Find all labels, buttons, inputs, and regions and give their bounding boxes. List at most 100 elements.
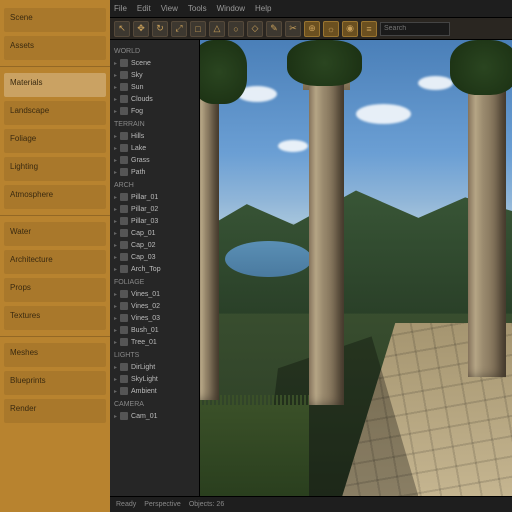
viewport-3d[interactable] — [200, 40, 512, 496]
outliner-item[interactable]: Sky — [112, 69, 197, 81]
outliner-item[interactable]: Vines_01 — [112, 288, 197, 300]
outliner-item-label: Pillar_03 — [131, 218, 158, 225]
toolbar-button[interactable]: ✥ — [133, 21, 149, 37]
category-item[interactable]: Meshes — [4, 343, 106, 367]
object-icon — [120, 363, 128, 371]
object-icon — [120, 241, 128, 249]
outliner-item[interactable]: Fog — [112, 105, 197, 117]
outliner-item[interactable]: Cap_03 — [112, 251, 197, 263]
outliner-item-label: Hills — [131, 133, 144, 140]
outliner-item[interactable]: Vines_02 — [112, 300, 197, 312]
object-icon — [120, 326, 128, 334]
outliner-item[interactable]: SkyLight — [112, 373, 197, 385]
toolbar-button[interactable]: ✂ — [285, 21, 301, 37]
outliner-item-label: Cap_02 — [131, 242, 156, 249]
stone-pillar — [468, 67, 505, 377]
toolbar-button[interactable]: ⊕ — [304, 21, 320, 37]
outliner-item-label: Tree_01 — [131, 339, 157, 346]
outliner-item[interactable]: Grass — [112, 154, 197, 166]
outliner-item[interactable]: Vines_03 — [112, 312, 197, 324]
toolbar-button[interactable]: ⤢ — [171, 21, 187, 37]
category-item[interactable]: Props — [4, 278, 106, 302]
toolbar-button[interactable]: ✎ — [266, 21, 282, 37]
outliner-item[interactable]: Cap_01 — [112, 227, 197, 239]
outliner-item[interactable]: Ambient — [112, 385, 197, 397]
outliner-item-label: Grass — [131, 157, 150, 164]
outliner-item[interactable]: Lake — [112, 142, 197, 154]
category-item[interactable]: Textures — [4, 306, 106, 330]
outliner-item-label: Pillar_02 — [131, 206, 158, 213]
toolbar-button[interactable]: △ — [209, 21, 225, 37]
outliner-item-label: Bush_01 — [131, 327, 159, 334]
outliner-section-header[interactable]: World — [114, 48, 197, 55]
outliner-section-header[interactable]: Arch — [114, 182, 197, 189]
foliage-vines — [200, 40, 247, 104]
object-icon — [120, 59, 128, 67]
menu-item[interactable]: Edit — [137, 4, 151, 13]
object-icon — [120, 132, 128, 140]
category-item[interactable]: Render — [4, 399, 106, 423]
outliner-item[interactable]: Pillar_01 — [112, 191, 197, 203]
outliner-item-label: Sky — [131, 72, 143, 79]
outliner-section-header[interactable]: Terrain — [114, 121, 197, 128]
outliner-section-header[interactable]: Lights — [114, 352, 197, 359]
outliner-item-label: Fog — [131, 108, 143, 115]
object-icon — [120, 217, 128, 225]
outliner-item[interactable]: Pillar_02 — [112, 203, 197, 215]
toolbar-button[interactable]: ○ — [228, 21, 244, 37]
outliner-item-label: Cap_01 — [131, 230, 156, 237]
outliner-section-header[interactable]: Foliage — [114, 279, 197, 286]
outliner-item[interactable]: DirLight — [112, 361, 197, 373]
outliner-item[interactable]: Scene — [112, 57, 197, 69]
category-item[interactable]: Materials — [4, 73, 106, 97]
toolbar-button[interactable]: ◇ — [247, 21, 263, 37]
outliner-item-label: Pillar_01 — [131, 194, 158, 201]
outliner-item[interactable]: Pillar_03 — [112, 215, 197, 227]
outliner-item[interactable]: Hills — [112, 130, 197, 142]
category-item[interactable]: Atmosphere — [4, 185, 106, 209]
object-icon — [120, 144, 128, 152]
object-icon — [120, 387, 128, 395]
toolbar-button[interactable]: ☼ — [323, 21, 339, 37]
toolbar-button[interactable]: ≡ — [361, 21, 377, 37]
category-panel: Scene Assets Materials Landscape Foliage Ligh… — [0, 0, 110, 512]
category-item[interactable]: Foliage — [4, 129, 106, 153]
menu-item[interactable]: Help — [255, 4, 271, 13]
menu-item[interactable]: File — [114, 4, 127, 13]
outliner-item[interactable]: Bush_01 — [112, 324, 197, 336]
grass-foreground — [200, 405, 309, 496]
toolbar-button[interactable]: ◉ — [342, 21, 358, 37]
status-bar: Ready Perspective Objects: 26 — [110, 496, 512, 512]
object-icon — [120, 290, 128, 298]
status-right: Objects: 26 — [189, 501, 224, 508]
object-icon — [120, 156, 128, 164]
outliner-item-label: Lake — [131, 145, 146, 152]
category-item[interactable]: Architecture — [4, 250, 106, 274]
object-icon — [120, 193, 128, 201]
toolbar-button[interactable]: □ — [190, 21, 206, 37]
object-icon — [120, 205, 128, 213]
status-left: Ready — [116, 501, 136, 508]
outliner-section-header[interactable]: Camera — [114, 401, 197, 408]
menu-item[interactable]: Tools — [188, 4, 207, 13]
stone-pillar — [200, 90, 219, 400]
menu-item[interactable]: Window — [217, 4, 245, 13]
outliner-item[interactable]: Sun — [112, 81, 197, 93]
category-item[interactable]: Lighting — [4, 157, 106, 181]
outliner-item[interactable]: Clouds — [112, 93, 197, 105]
category-item[interactable]: Water — [4, 222, 106, 246]
outliner-item[interactable]: Path — [112, 166, 197, 178]
category-item[interactable]: Landscape — [4, 101, 106, 125]
toolbar-button[interactable]: ↖ — [114, 21, 130, 37]
menu-item[interactable]: View — [161, 4, 178, 13]
outliner-item[interactable]: Tree_01 — [112, 336, 197, 348]
category-item[interactable]: Scene — [4, 8, 106, 32]
category-item[interactable]: Assets — [4, 36, 106, 60]
toolbar-button[interactable]: ↻ — [152, 21, 168, 37]
outliner-item[interactable]: Cap_02 — [112, 239, 197, 251]
category-item[interactable]: Blueprints — [4, 371, 106, 395]
search-input[interactable] — [380, 22, 450, 36]
outliner-item[interactable]: Cam_01 — [112, 410, 197, 422]
outliner-item[interactable]: Arch_Top — [112, 263, 197, 275]
outliner-item-label: Ambient — [131, 388, 157, 395]
